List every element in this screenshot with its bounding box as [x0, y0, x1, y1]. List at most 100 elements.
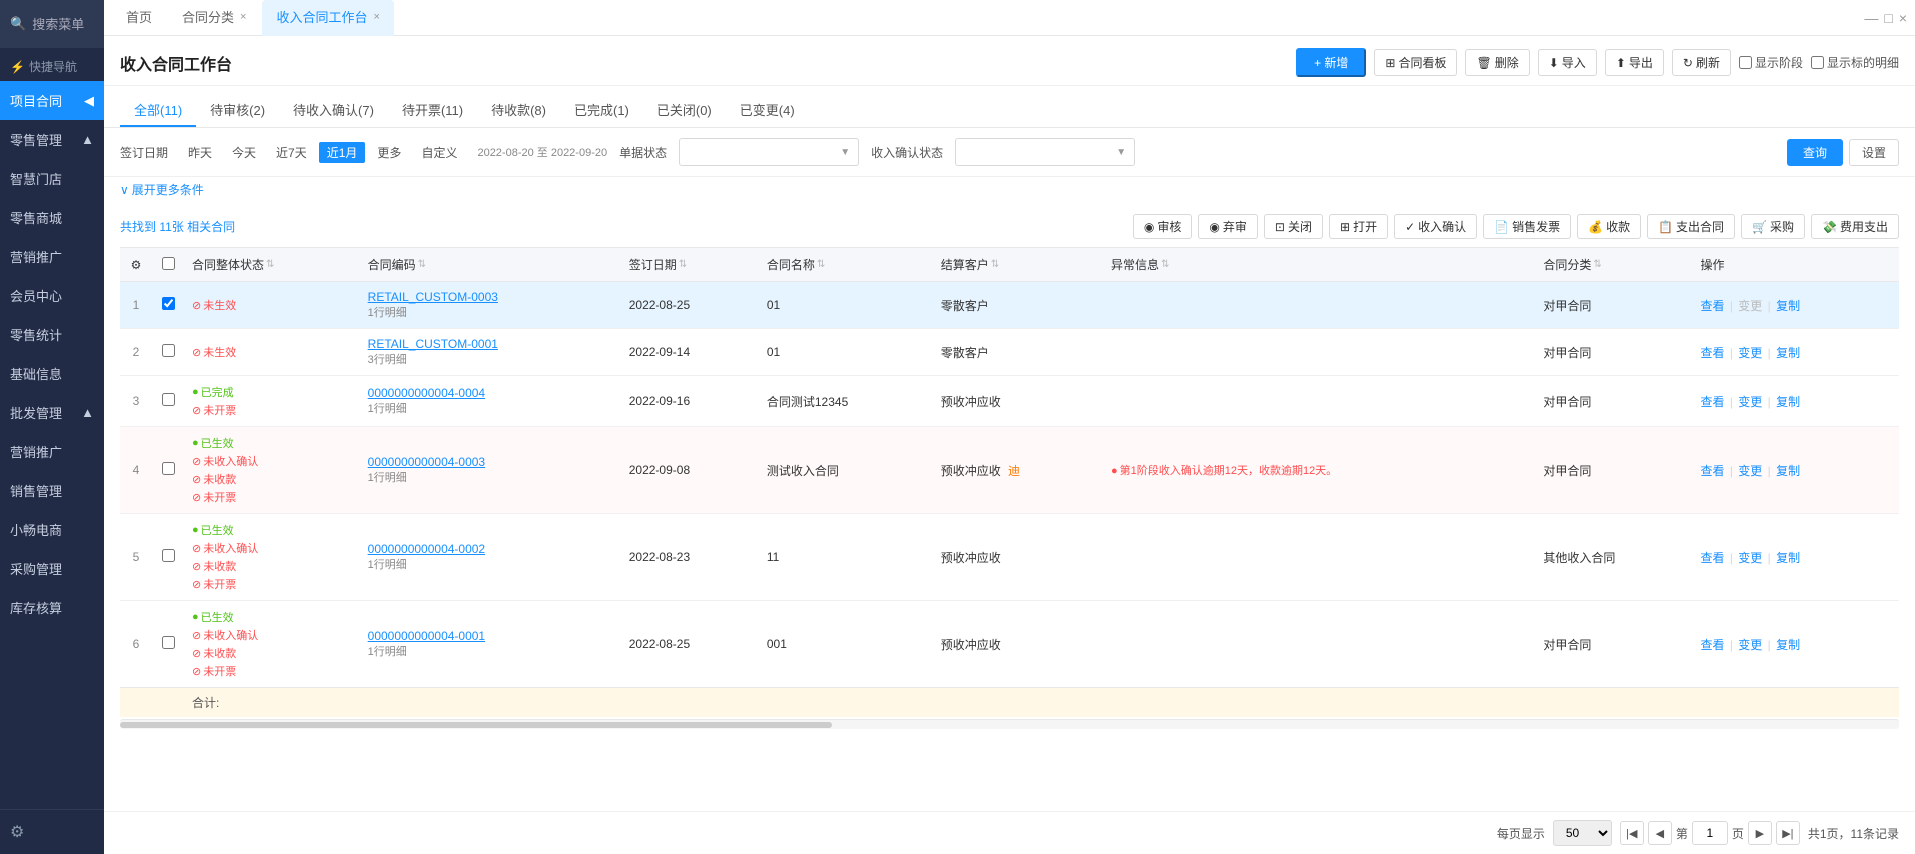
contract-code-link[interactable]: 0000000000004-0002 — [368, 542, 613, 556]
refresh-button[interactable]: ↻ 刷新 — [1672, 49, 1731, 76]
btn-income-confirm[interactable]: ✓ 收入确认 — [1394, 214, 1477, 239]
btn-sales-invoice[interactable]: 📄 销售发票 — [1483, 214, 1571, 239]
btn-receipt[interactable]: 💰 收款 — [1577, 214, 1641, 239]
op-change[interactable]: 变更 — [1738, 346, 1762, 360]
tab-contract-cat-close[interactable]: × — [240, 11, 246, 23]
date-btn-more[interactable]: 更多 — [369, 142, 409, 163]
row-checkbox[interactable] — [162, 393, 175, 406]
filter-setting-button[interactable]: 设置 — [1849, 139, 1899, 166]
filter-tab-pending-income-confirm[interactable]: 待收入确认(7) — [279, 94, 388, 127]
row-checkbox[interactable] — [162, 636, 175, 649]
date-btn-yesterday[interactable]: 昨天 — [180, 142, 220, 163]
sidebar-item-project[interactable]: 项目合同 ◀ — [0, 81, 104, 120]
op-change[interactable]: 变更 — [1738, 395, 1762, 409]
tab-income-contract-close[interactable]: × — [373, 11, 379, 23]
btn-expense[interactable]: 💸 费用支出 — [1811, 214, 1899, 239]
export-button[interactable]: ⬆ 导出 — [1605, 49, 1664, 76]
doc-status-select[interactable]: ▼ — [679, 138, 859, 166]
page-last-btn[interactable]: ▶| — [1776, 821, 1800, 845]
th-settings[interactable]: ⚙ — [120, 248, 152, 282]
income-confirm-select[interactable]: ▼ — [955, 138, 1135, 166]
tab-income-contract[interactable]: 收入合同工作台 × — [262, 0, 393, 36]
page-prev-btn[interactable]: ◀ — [1648, 821, 1672, 845]
btn-abandon-review[interactable]: ◉ 弃审 — [1198, 214, 1258, 239]
filter-tab-completed[interactable]: 已完成(1) — [560, 94, 643, 127]
filter-tab-pending-receipt[interactable]: 待收款(8) — [477, 94, 560, 127]
btn-review[interactable]: ◉ 审核 — [1133, 214, 1193, 239]
settings-icon[interactable]: ⚙ — [10, 824, 24, 841]
op-view[interactable]: 查看 — [1700, 551, 1724, 565]
op-copy[interactable]: 复制 — [1776, 551, 1800, 565]
select-all-checkbox[interactable] — [162, 257, 175, 270]
contract-code-link[interactable]: RETAIL_CUSTOM-0003 — [368, 290, 613, 304]
tab-minimize-icon[interactable]: — — [1864, 10, 1878, 26]
date-btn-custom[interactable]: 自定义 — [413, 142, 465, 163]
horizontal-scrollbar[interactable] — [120, 719, 1899, 729]
sidebar-item-marketing2[interactable]: 营销推广 — [0, 432, 104, 471]
op-copy[interactable]: 复制 — [1776, 638, 1800, 652]
sidebar-item-basic-info[interactable]: 基础信息 — [0, 354, 104, 393]
filter-tab-pending-review[interactable]: 待审核(2) — [196, 94, 279, 127]
import-button[interactable]: ⬇ 导入 — [1538, 49, 1597, 76]
filter-tab-pending-invoice[interactable]: 待开票(11) — [388, 94, 477, 127]
row-checkbox[interactable] — [162, 549, 175, 562]
page-next-btn[interactable]: ▶ — [1748, 821, 1772, 845]
sidebar-item-retail-stat[interactable]: 零售统计 — [0, 315, 104, 354]
show-details-checkbox-label[interactable]: 显示标的明细 — [1811, 54, 1899, 71]
op-copy[interactable]: 复制 — [1776, 395, 1800, 409]
delete-button[interactable]: 🗑 删除 — [1465, 49, 1529, 76]
page-size-select[interactable]: 50 10 20 100 — [1553, 820, 1612, 846]
contract-code-link[interactable]: 0000000000004-0004 — [368, 386, 613, 400]
op-copy[interactable]: 复制 — [1776, 299, 1800, 313]
row-checkbox[interactable] — [162, 344, 175, 357]
sidebar-item-purchase[interactable]: 采购管理 — [0, 549, 104, 588]
date-btn-1month[interactable]: 近1月 — [319, 142, 366, 163]
date-btn-7days[interactable]: 近7天 — [268, 142, 315, 163]
date-btn-today[interactable]: 今天 — [224, 142, 264, 163]
btn-purchase[interactable]: 🛒 采购 — [1741, 214, 1805, 239]
tab-contract-cat[interactable]: 合同分类 × — [168, 0, 260, 36]
expand-more-btn[interactable]: ∨ 展开更多条件 — [120, 181, 1899, 198]
new-button[interactable]: + 新增 — [1296, 48, 1366, 77]
contract-code-link[interactable]: 0000000000004-0001 — [368, 629, 613, 643]
op-view[interactable]: 查看 — [1700, 395, 1724, 409]
tab-maximize-icon[interactable]: □ — [1884, 10, 1892, 26]
sidebar-item-smart-store[interactable]: 智慧门店 — [0, 159, 104, 198]
show-stages-checkbox-label[interactable]: 显示阶段 — [1739, 54, 1803, 71]
page-first-btn[interactable]: |◀ — [1620, 821, 1644, 845]
page-number-input[interactable] — [1692, 821, 1728, 845]
op-copy[interactable]: 复制 — [1776, 346, 1800, 360]
contract-code-link[interactable]: RETAIL_CUSTOM-0001 — [368, 337, 613, 351]
filter-tab-all[interactable]: 全部(11) — [120, 94, 196, 127]
sidebar-item-xiaochangec[interactable]: 小畅电商 — [0, 510, 104, 549]
row-checkbox[interactable] — [162, 297, 175, 310]
dashboard-button[interactable]: ⊞ 合同看板 — [1374, 49, 1457, 76]
sidebar-item-retail-mgmt[interactable]: 零售管理 ▲ — [0, 120, 104, 159]
query-button[interactable]: 查询 — [1787, 139, 1843, 166]
sidebar-item-wholesale[interactable]: 批发管理 ▲ — [0, 393, 104, 432]
op-change[interactable]: 变更 — [1738, 464, 1762, 478]
sidebar-item-member[interactable]: 会员中心 — [0, 276, 104, 315]
op-view[interactable]: 查看 — [1700, 346, 1724, 360]
row-checkbox[interactable] — [162, 462, 175, 475]
op-change[interactable]: 变更 — [1738, 551, 1762, 565]
filter-tab-closed[interactable]: 已关闭(0) — [643, 94, 726, 127]
sidebar-item-sales[interactable]: 销售管理 — [0, 471, 104, 510]
btn-open[interactable]: ⊞ 打开 — [1329, 214, 1388, 239]
op-change[interactable]: 变更 — [1738, 638, 1762, 652]
tab-close-icon[interactable]: × — [1899, 10, 1907, 26]
btn-expense-contract[interactable]: 📋 支出合同 — [1647, 214, 1735, 239]
sidebar-item-stock[interactable]: 库存核算 — [0, 588, 104, 627]
op-view[interactable]: 查看 — [1700, 464, 1724, 478]
show-stages-checkbox[interactable] — [1739, 56, 1752, 69]
tab-home[interactable]: 首页 — [112, 0, 166, 36]
show-details-checkbox[interactable] — [1811, 56, 1824, 69]
sidebar-item-marketing[interactable]: 营销推广 — [0, 237, 104, 276]
scrollbar-thumb[interactable] — [120, 722, 832, 728]
btn-close[interactable]: ⊡ 关闭 — [1264, 214, 1323, 239]
sidebar-search[interactable]: 🔍 搜索菜单 — [0, 0, 104, 48]
sidebar-item-retail-mall[interactable]: 零售商城 — [0, 198, 104, 237]
filter-tab-changed[interactable]: 已变更(4) — [726, 94, 809, 127]
op-view[interactable]: 查看 — [1700, 638, 1724, 652]
op-copy[interactable]: 复制 — [1776, 464, 1800, 478]
